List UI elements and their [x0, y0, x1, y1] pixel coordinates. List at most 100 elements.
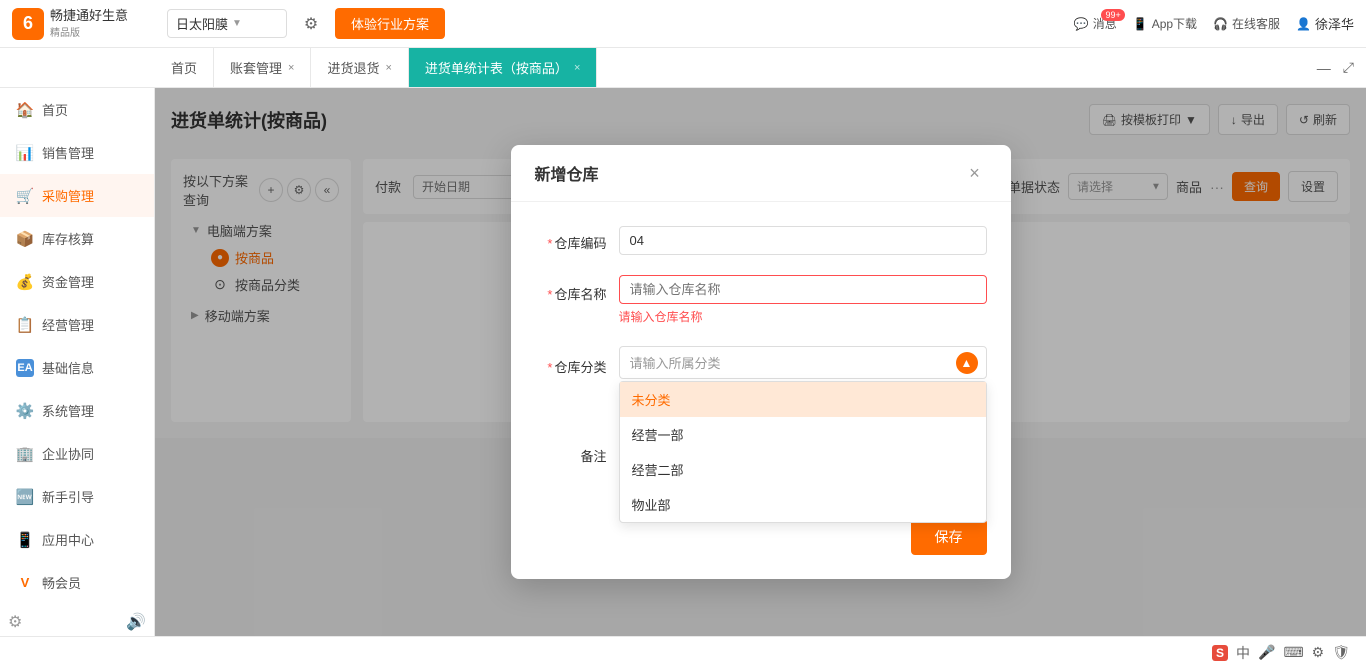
note-label: 备注: [535, 439, 607, 465]
gear-icon[interactable]: ⚙: [295, 8, 327, 40]
settings-bottom-icon[interactable]: ⚙: [8, 612, 22, 632]
tab-bar: 首页 账套管理 × 进货退货 × 进货单统计表（按商品） × — ⤢: [0, 48, 1366, 88]
finance-icon: 💰: [16, 273, 34, 291]
modal-close-button[interactable]: ×: [963, 161, 987, 185]
status-mic-icon[interactable]: 🎤: [1258, 644, 1275, 661]
sidebar-sales-label: 销售管理: [42, 143, 94, 162]
sidebar-item-home[interactable]: 🏠 首页: [0, 88, 154, 131]
sidebar-item-member[interactable]: V 畅会员: [0, 561, 154, 604]
sidebar-home-label: 首页: [42, 100, 68, 119]
code-input[interactable]: [619, 226, 987, 255]
apps-icon: 📱: [16, 531, 34, 549]
tab-accounts[interactable]: 账套管理 ×: [214, 48, 311, 87]
operations-icon: 📋: [16, 316, 34, 334]
sidebar-item-operations[interactable]: 📋 经营管理: [0, 303, 154, 346]
app-label: App下载: [1152, 15, 1197, 32]
header-center: 日太阳膜 ▼ ⚙ 体验行业方案: [167, 8, 1074, 40]
system-icon: ⚙️: [16, 402, 34, 420]
dropdown-item-0[interactable]: 未分类: [620, 382, 986, 417]
logo-area: 6 畅捷通好生意 精品版: [12, 8, 167, 40]
form-row-name: *仓库名称 请输入仓库名称: [535, 275, 987, 326]
tab-home[interactable]: 首页: [155, 48, 214, 87]
form-row-code: *仓库编码: [535, 226, 987, 255]
inventory-icon: 📦: [16, 230, 34, 248]
user-item[interactable]: 👤 徐泽华: [1296, 14, 1354, 33]
category-label: *仓库分类: [535, 350, 607, 376]
code-label: *仓库编码: [535, 226, 607, 252]
category-dropdown-trigger[interactable]: 请输入所属分类 ▲: [619, 346, 987, 379]
trial-button[interactable]: 体验行业方案: [335, 8, 445, 39]
tab-purchase-stats[interactable]: 进货单统计表（按商品） ×: [409, 48, 597, 87]
top-header: 6 畅捷通好生意 精品版 日太阳膜 ▼ ⚙ 体验行业方案 💬 消息 99+ 📱 …: [0, 0, 1366, 48]
sidebar-inventory-label: 库存核算: [42, 229, 94, 248]
close-tab-accounts[interactable]: ×: [288, 62, 294, 74]
store-name: 日太阳膜: [176, 14, 228, 33]
dropdown-item-2[interactable]: 经营二部: [620, 452, 986, 487]
category-dropdown-menu: 未分类 经营一部 经营二部 物业部: [619, 381, 987, 523]
message-badge: 99+: [1101, 9, 1124, 21]
sidebar: 🏠 首页 📊 销售管理 🛒 采购管理 📦 库存核算 💰 资金管理 📋 经营管理 …: [0, 88, 155, 636]
category-placeholder: 请输入所属分类: [630, 353, 721, 372]
message-icon: 💬: [1074, 17, 1089, 31]
sidebar-purchase-label: 采购管理: [42, 186, 94, 205]
form-row-category: *仓库分类 请输入所属分类 ▲ 未分类 经营一部 经营二部: [535, 346, 987, 379]
name-error-message: 请输入仓库名称: [619, 310, 703, 324]
chevron-up-icon: ▲: [956, 352, 978, 374]
user-name: 徐泽华: [1315, 14, 1354, 33]
chevron-down-icon: ▼: [232, 18, 242, 29]
sidebar-item-basics[interactable]: EA 基础信息: [0, 346, 154, 389]
save-button[interactable]: 保存: [911, 519, 987, 555]
status-keyboard-icon[interactable]: ⌨: [1283, 644, 1303, 661]
sidebar-item-sales[interactable]: 📊 销售管理: [0, 131, 154, 174]
enterprise-icon: 🏢: [16, 445, 34, 463]
main-layout: 🏠 首页 📊 销售管理 🛒 采购管理 📦 库存核算 💰 资金管理 📋 经营管理 …: [0, 88, 1366, 636]
modal-body: *仓库编码 *仓库名称 请输入仓库名称: [511, 202, 1011, 499]
name-input[interactable]: [619, 275, 987, 304]
message-item[interactable]: 💬 消息 99+: [1074, 15, 1117, 32]
store-selector[interactable]: 日太阳膜 ▼: [167, 9, 287, 38]
modal-overlay[interactable]: 新增仓库 × *仓库编码 *仓库名称: [155, 88, 1366, 636]
modal-header: 新增仓库 ×: [511, 145, 1011, 202]
logo-sub: 精品版: [50, 24, 128, 39]
status-shield-icon[interactable]: 🛡: [1332, 644, 1350, 661]
tab-minimize-icon[interactable]: —: [1313, 56, 1335, 80]
sidebar-operations-label: 经营管理: [42, 315, 94, 334]
sidebar-item-apps[interactable]: 📱 应用中心: [0, 518, 154, 561]
tab-home-label: 首页: [171, 58, 197, 77]
sidebar-item-system[interactable]: ⚙️ 系统管理: [0, 389, 154, 432]
member-icon: V: [16, 574, 34, 592]
sidebar-bottom: ⚙ 🔊: [0, 604, 154, 636]
sidebar-item-enterprise[interactable]: 🏢 企业协同: [0, 432, 154, 475]
service-item[interactable]: 🎧 在线客服: [1213, 15, 1280, 32]
purchase-icon: 🛒: [16, 187, 34, 205]
dropdown-item-1[interactable]: 经营一部: [620, 417, 986, 452]
close-tab-purchase-return[interactable]: ×: [385, 62, 391, 74]
sidebar-item-guide[interactable]: 🆕 新手引导: [0, 475, 154, 518]
dropdown-item-3[interactable]: 物业部: [620, 487, 986, 522]
home-icon: 🏠: [16, 101, 34, 119]
modal-footer: 保存: [511, 519, 1011, 555]
status-settings-icon[interactable]: ⚙: [1312, 644, 1325, 661]
sidebar-system-label: 系统管理: [42, 401, 94, 420]
sidebar-item-purchase[interactable]: 🛒 采购管理: [0, 174, 154, 217]
tab-spacer: [597, 48, 1304, 87]
header-right: 💬 消息 99+ 📱 App下载 🎧 在线客服 👤 徐泽华: [1074, 14, 1354, 33]
add-warehouse-modal: 新增仓库 × *仓库编码 *仓库名称: [511, 145, 1011, 579]
tab-controls: — ⤢: [1305, 48, 1366, 87]
logo-text: 畅捷通好生意: [50, 8, 128, 25]
status-icon-s: S: [1212, 645, 1228, 661]
content-wrapper: 进货单统计(按商品) 🖨 按模板打印 ▼ ↓ 导出 ↺ 刷新: [155, 88, 1366, 636]
tab-purchase-return[interactable]: 进货退货 ×: [311, 48, 408, 87]
app-download-item[interactable]: 📱 App下载: [1133, 15, 1197, 32]
sidebar-item-finance[interactable]: 💰 资金管理: [0, 260, 154, 303]
speaker-icon[interactable]: 🔊: [126, 612, 146, 632]
sidebar-apps-label: 应用中心: [42, 530, 94, 549]
basics-icon: EA: [16, 359, 34, 377]
sidebar-item-inventory[interactable]: 📦 库存核算: [0, 217, 154, 260]
headset-icon: 🎧: [1213, 17, 1228, 31]
category-dropdown-wrapper: 请输入所属分类 ▲ 未分类 经营一部 经营二部 物业部: [619, 346, 987, 379]
close-tab-purchase-stats[interactable]: ×: [574, 62, 580, 74]
name-label: *仓库名称: [535, 277, 607, 303]
tab-expand-icon[interactable]: ⤢: [1339, 55, 1358, 80]
sidebar-enterprise-label: 企业协同: [42, 444, 94, 463]
